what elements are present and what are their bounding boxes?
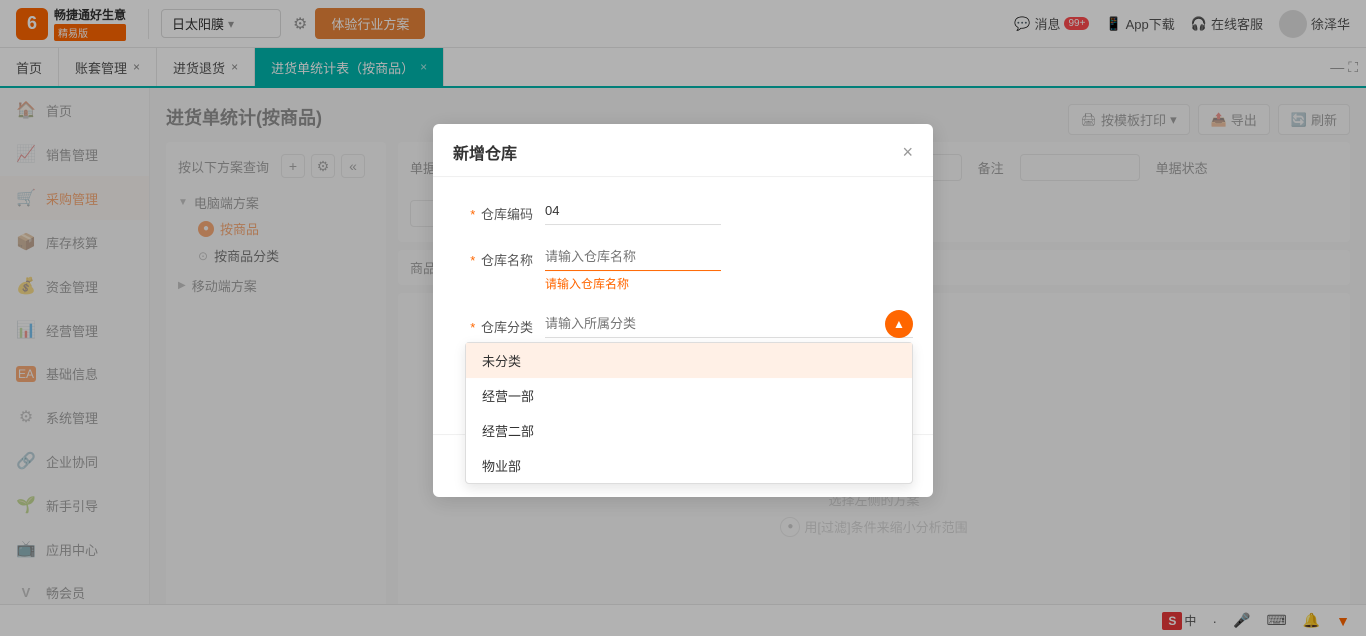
dropdown-option-dept2[interactable]: 经营二部 [466,413,912,448]
modal-title: 新增仓库 [453,140,517,164]
modal-close-button[interactable]: × [902,142,913,163]
dropdown-option-dept3[interactable]: 物业部 [466,448,912,483]
add-warehouse-modal: 新增仓库 × * 仓库编码 * 仓库名称 请输入仓库名称 [433,124,933,497]
modal-header: 新增仓库 × [433,124,933,177]
dropdown-option-dept1[interactable]: 经营一部 [466,378,912,413]
modal-body: * 仓库编码 * 仓库名称 请输入仓库名称 * 仓库分类 [433,177,933,434]
category-dropdown-toggle[interactable]: ▲ [885,310,913,338]
code-label: * 仓库编码 [453,197,533,223]
name-error-message: 请输入仓库名称 [545,275,913,292]
category-label: * 仓库分类 [453,310,533,336]
name-label: * 仓库名称 [453,243,533,269]
category-dropdown-list: 未分类 经营一部 经营二部 物业部 [465,342,913,484]
code-input[interactable] [545,197,721,225]
category-input[interactable] [545,310,913,338]
form-row-name: * 仓库名称 请输入仓库名称 [453,243,913,292]
form-row-category: * 仓库分类 ▲ 未分类 经营一部 经营二部 物业部 [453,310,913,338]
form-row-code: * 仓库编码 [453,197,913,225]
dropdown-option-unclassified[interactable]: 未分类 [466,343,912,378]
name-input[interactable] [545,243,721,271]
category-dropdown-wrap: ▲ 未分类 经营一部 经营二部 物业部 [545,310,913,338]
